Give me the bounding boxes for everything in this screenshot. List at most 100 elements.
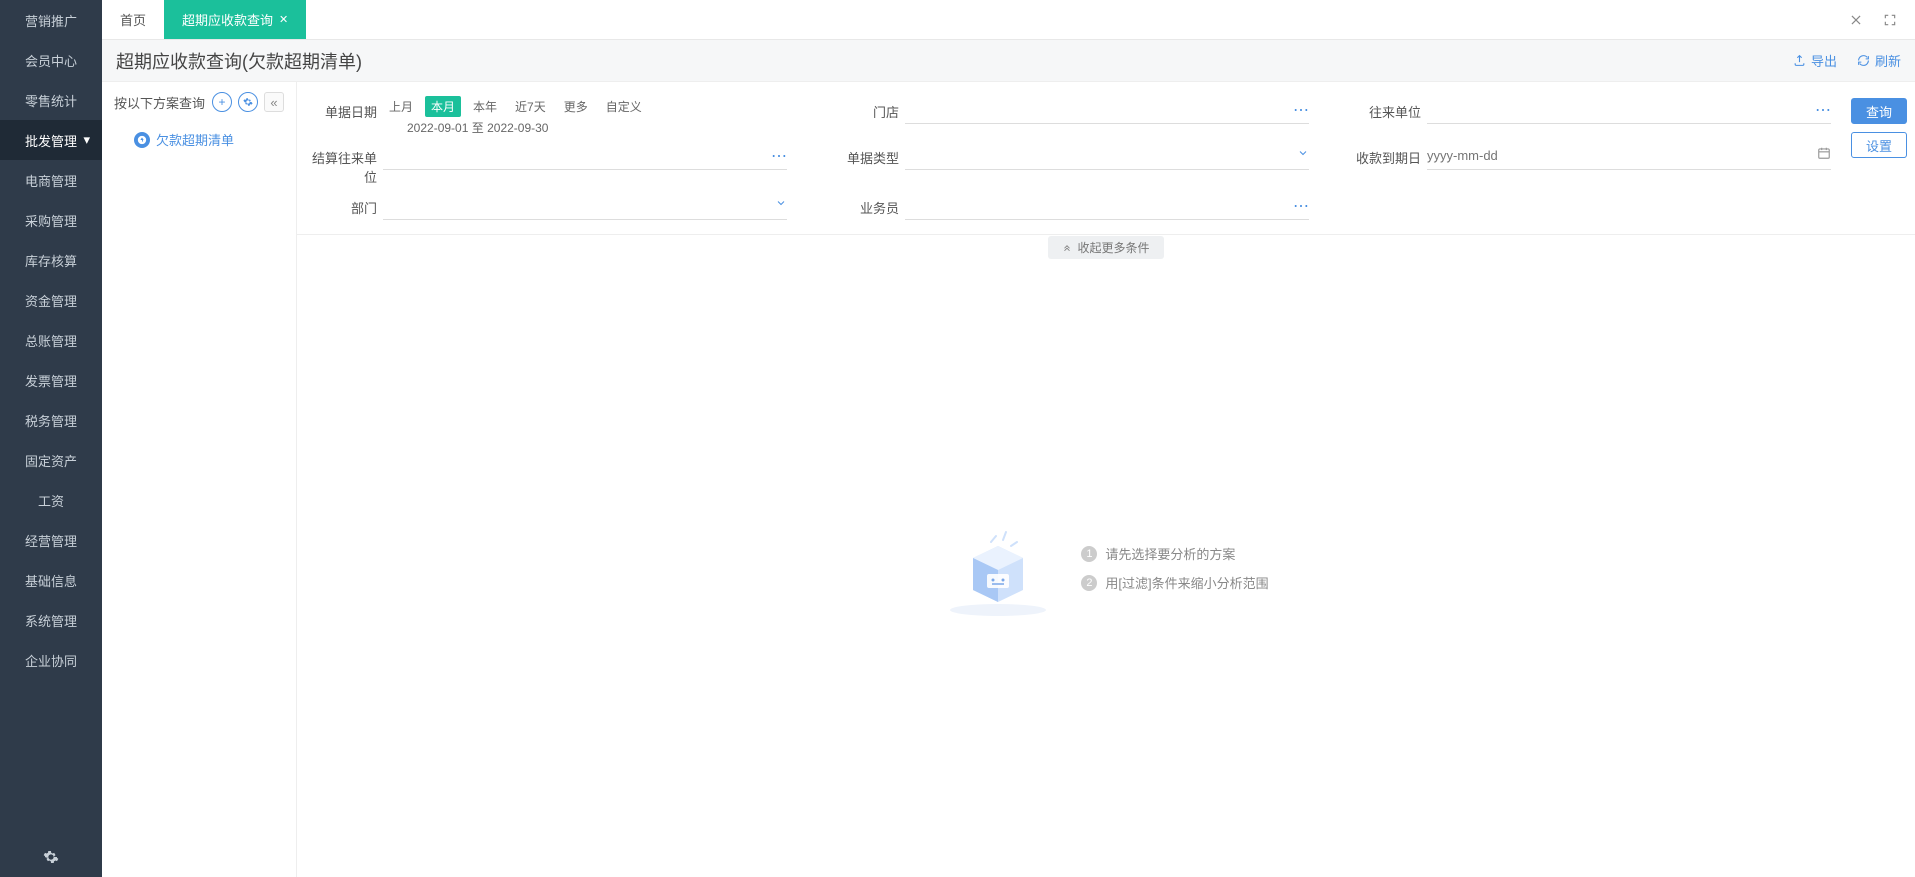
empty-step-text: 用[过滤]条件来缩小分析范围 — [1105, 573, 1268, 592]
partner-input[interactable] — [1427, 96, 1831, 124]
ellipsis-icon[interactable]: ⋯ — [771, 146, 787, 166]
filter-label-settle-partner: 结算往来单位 — [305, 142, 383, 186]
sidebar: 营销推广 会员中心 零售统计 批发管理 ▾ 电商管理 采购管理 库存核算 资金管… — [0, 0, 102, 877]
empty-step-text: 请先选择要分析的方案 — [1105, 544, 1235, 563]
sidebar-item-label: 基础信息 — [25, 571, 77, 590]
page-title: 超期应收款查询(欠款超期清单) — [116, 48, 362, 74]
date-tab-last-7-days[interactable]: 近7天 — [509, 96, 552, 117]
chevron-up-icon — [1062, 242, 1072, 252]
sidebar-item-label: 固定资产 — [25, 451, 77, 470]
sidebar-item-purchase[interactable]: 采购管理 — [0, 200, 102, 240]
step-number-1: 1 — [1081, 546, 1097, 562]
filter-label-store: 门店 — [827, 96, 905, 121]
scheme-settings-button[interactable] — [238, 92, 258, 112]
title-bar: 超期应收款查询(欠款超期清单) 导出 刷新 — [102, 40, 1915, 82]
sidebar-item-label: 经营管理 — [25, 531, 77, 550]
refresh-label: 刷新 — [1875, 51, 1901, 70]
fullscreen-button[interactable] — [1879, 9, 1901, 31]
ellipsis-icon[interactable]: ⋯ — [1293, 196, 1309, 216]
store-input[interactable] — [905, 96, 1309, 124]
sidebar-item-label: 税务管理 — [25, 411, 77, 430]
due-date-input[interactable] — [1427, 142, 1831, 170]
filter-label-date: 单据日期 — [305, 96, 383, 121]
sidebar-item-business[interactable]: 经营管理 — [0, 520, 102, 560]
sidebar-item-label: 企业协同 — [25, 651, 77, 670]
filter-label-dept: 部门 — [305, 192, 383, 217]
sidebar-item-retail-stats[interactable]: 零售统计 — [0, 80, 102, 120]
sidebar-item-label: 会员中心 — [25, 51, 77, 70]
sidebar-item-basic-info[interactable]: 基础信息 — [0, 560, 102, 600]
filter-label-due-date: 收款到期日 — [1349, 142, 1427, 167]
scheme-item-icon — [134, 132, 150, 148]
date-from-value: 2022-09-01 — [407, 121, 468, 135]
doc-type-select[interactable] — [905, 142, 1309, 170]
sidebar-item-funds[interactable]: 资金管理 — [0, 280, 102, 320]
step-number-2: 2 — [1081, 575, 1097, 591]
ellipsis-icon[interactable]: ⋯ — [1815, 100, 1831, 120]
close-icon[interactable]: ✕ — [279, 13, 288, 26]
ellipsis-icon[interactable]: ⋯ — [1293, 100, 1309, 120]
scheme-item-label: 欠款超期清单 — [156, 130, 234, 149]
calendar-icon[interactable] — [1817, 146, 1831, 165]
filter-label-doc-type: 单据类型 — [827, 142, 905, 167]
sidebar-settings-button[interactable] — [0, 837, 102, 877]
filter-label-salesperson: 业务员 — [827, 192, 905, 217]
gear-icon — [243, 97, 253, 107]
sidebar-item-wholesale[interactable]: 批发管理 ▾ — [0, 120, 102, 160]
settle-partner-input[interactable] — [383, 142, 787, 170]
date-to-value: 2022-09-30 — [487, 121, 548, 135]
sidebar-item-ledger[interactable]: 总账管理 — [0, 320, 102, 360]
sidebar-item-tax[interactable]: 税务管理 — [0, 400, 102, 440]
sidebar-item-label: 采购管理 — [25, 211, 77, 230]
export-label: 导出 — [1811, 51, 1837, 70]
refresh-icon — [1857, 54, 1870, 67]
scheme-item-overdue-debt[interactable]: 欠款超期清单 — [114, 126, 284, 153]
sidebar-item-label: 总账管理 — [25, 331, 77, 350]
chevron-down-icon[interactable] — [775, 196, 787, 214]
filter-label-partner: 往来单位 — [1349, 96, 1427, 121]
filter-form: 单据日期 上月 本月 本年 近7天 更多 自定义 — [297, 82, 1915, 235]
date-tab-this-month[interactable]: 本月 — [425, 96, 461, 117]
sidebar-item-inventory[interactable]: 库存核算 — [0, 240, 102, 280]
date-tab-this-year[interactable]: 本年 — [467, 96, 503, 117]
chevron-down-icon[interactable] — [1297, 146, 1309, 164]
sidebar-item-label: 电商管理 — [25, 171, 77, 190]
scheme-header-label: 按以下方案查询 — [114, 93, 205, 112]
sidebar-item-marketing[interactable]: 营销推广 — [0, 0, 102, 40]
date-tab-last-month[interactable]: 上月 — [383, 96, 419, 117]
tab-home[interactable]: 首页 — [102, 0, 164, 39]
sidebar-item-member[interactable]: 会员中心 — [0, 40, 102, 80]
sidebar-item-ecommerce[interactable]: 电商管理 — [0, 160, 102, 200]
refresh-button[interactable]: 刷新 — [1857, 51, 1901, 70]
export-icon — [1793, 54, 1806, 67]
sidebar-item-salary[interactable]: 工资 — [0, 480, 102, 520]
empty-state: 1 请先选择要分析的方案 2 用[过滤]条件来缩小分析范围 — [297, 259, 1915, 877]
tab-label: 首页 — [120, 10, 146, 29]
collapse-filters-button[interactable]: 收起更多条件 — [1048, 236, 1163, 259]
query-button[interactable]: 查询 — [1851, 98, 1907, 124]
sidebar-item-invoice[interactable]: 发票管理 — [0, 360, 102, 400]
salesperson-input[interactable] — [905, 192, 1309, 220]
tab-bar: 首页 超期应收款查询 ✕ — [102, 0, 1915, 40]
close-tab-button[interactable] — [1845, 9, 1867, 31]
date-tab-custom[interactable]: 自定义 — [600, 96, 648, 117]
tab-overdue-receivable[interactable]: 超期应收款查询 ✕ — [164, 0, 306, 39]
sidebar-item-label: 零售统计 — [25, 91, 77, 110]
gear-icon — [43, 849, 59, 865]
sidebar-item-label: 发票管理 — [25, 371, 77, 390]
sidebar-item-label: 营销推广 — [25, 11, 77, 30]
sidebar-item-label: 批发管理 — [25, 131, 77, 150]
sidebar-item-enterprise[interactable]: 企业协同 — [0, 640, 102, 680]
add-scheme-button[interactable]: + — [212, 92, 232, 112]
sidebar-item-label: 库存核算 — [25, 251, 77, 270]
date-tab-more[interactable]: 更多 — [558, 96, 594, 117]
sidebar-item-system[interactable]: 系统管理 — [0, 600, 102, 640]
collapse-scheme-panel-button[interactable]: « — [264, 92, 284, 112]
collapse-label: 收起更多条件 — [1077, 239, 1149, 256]
dept-select[interactable] — [383, 192, 787, 220]
plus-icon: + — [218, 95, 225, 109]
sidebar-item-fixed-assets[interactable]: 固定资产 — [0, 440, 102, 480]
export-button[interactable]: 导出 — [1793, 51, 1837, 70]
empty-illustration — [943, 518, 1053, 618]
settings-button[interactable]: 设置 — [1851, 132, 1907, 158]
